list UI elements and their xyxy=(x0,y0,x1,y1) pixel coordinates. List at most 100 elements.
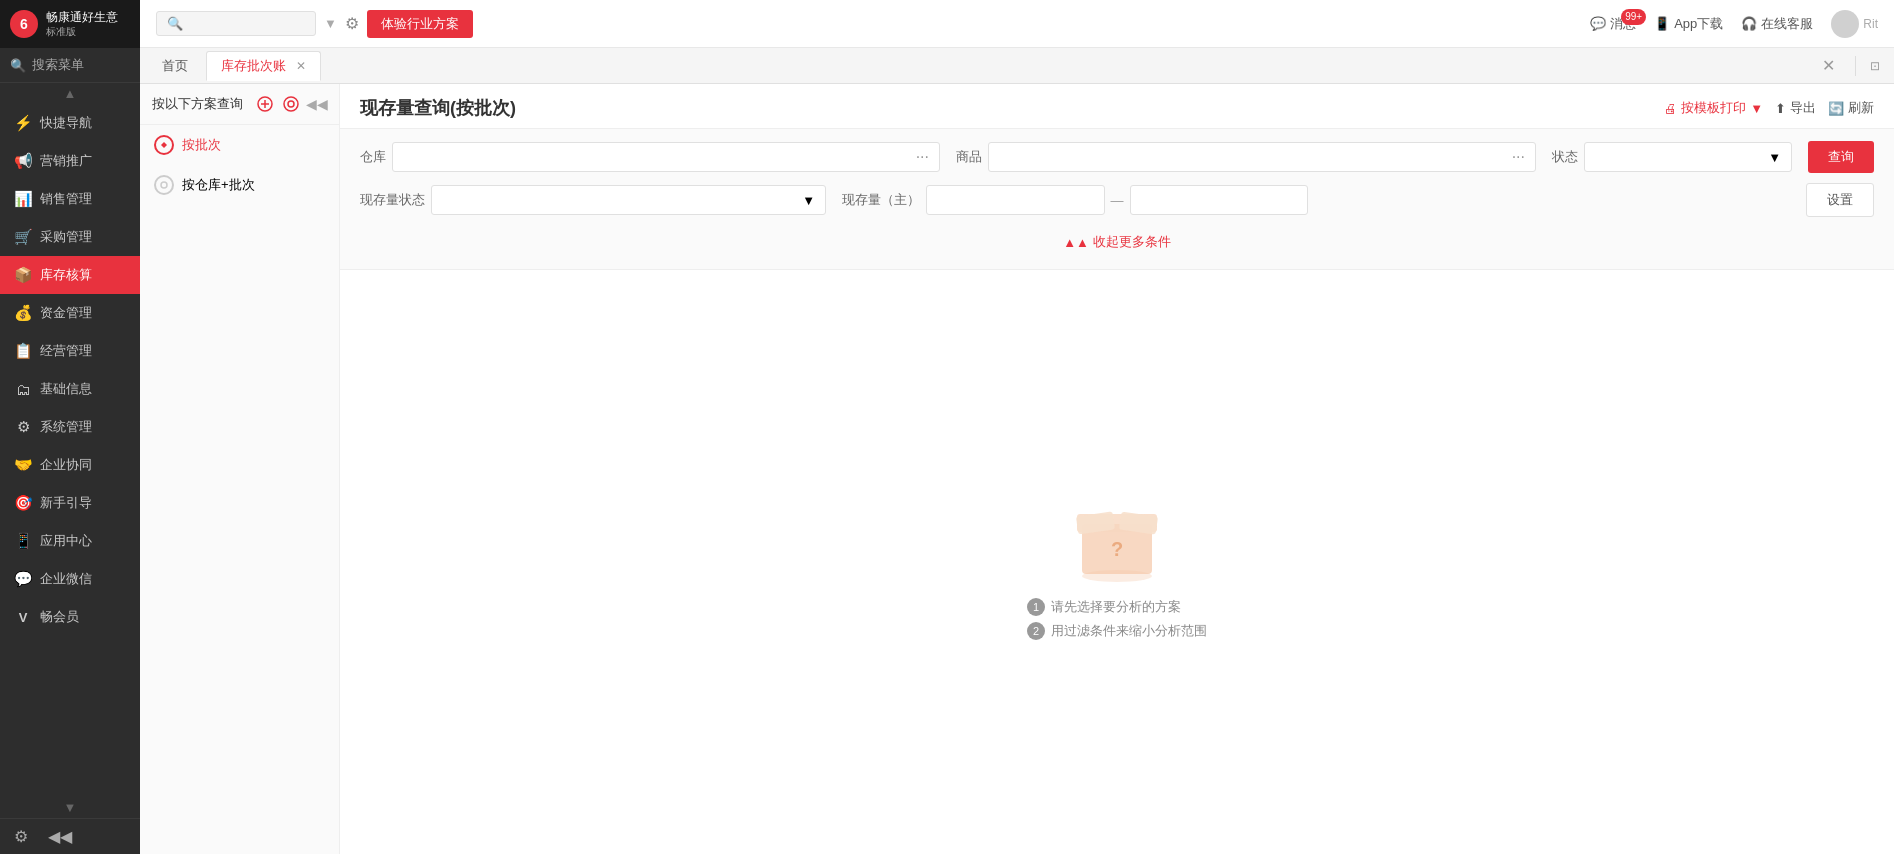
empty-state: ? 1 请先选择要分析的方案 2 用过滤条件来缩小分析范围 xyxy=(340,270,1894,854)
company-info: 畅康通好生意 标准版 xyxy=(46,9,118,40)
sidebar-item-wechat[interactable]: 💬 企业微信 xyxy=(0,560,140,598)
sidebar-item-quick-nav[interactable]: ⚡ 快捷导航 xyxy=(0,104,140,142)
app-edition: 标准版 xyxy=(46,25,118,39)
refresh-icon: 🔄 xyxy=(1828,101,1844,116)
tab-close-icon[interactable]: ✕ xyxy=(296,59,306,73)
refresh-btn[interactable]: 🔄 刷新 xyxy=(1828,99,1874,117)
scheme-header-actions: ◀◀ xyxy=(255,94,327,114)
wechat-icon: 💬 xyxy=(14,570,32,588)
sidebar-item-inventory[interactable]: 📦 库存核算 xyxy=(0,256,140,294)
topbar-gear-icon[interactable]: ⚙ xyxy=(345,14,359,33)
sidebar-item-enterprise[interactable]: 🤝 企业协同 xyxy=(0,446,140,484)
settings-btn[interactable]: 设置 xyxy=(1806,183,1874,217)
scroll-down-arrow[interactable]: ▼ xyxy=(0,797,140,818)
status-select[interactable]: ▼ xyxy=(1584,142,1792,172)
product-input[interactable]: ··· xyxy=(988,142,1536,172)
sidebar-item-sales[interactable]: 📊 销售管理 xyxy=(0,180,140,218)
vip-icon: V xyxy=(14,608,32,626)
sidebar-item-label: 畅会员 xyxy=(40,608,79,626)
tab-panel-close-btn[interactable]: ✕ xyxy=(1810,56,1847,75)
sales-icon: 📊 xyxy=(14,190,32,208)
empty-text: 1 请先选择要分析的方案 2 用过滤条件来缩小分析范围 xyxy=(1027,598,1207,640)
sidebar-search[interactable]: 🔍 搜索菜单 xyxy=(0,48,140,83)
sidebar-item-label: 企业微信 xyxy=(40,570,92,588)
user-avatar-btn[interactable]: Rit xyxy=(1831,10,1878,38)
sidebar-item-app-center[interactable]: 📱 应用中心 xyxy=(0,522,140,560)
collapse-label: 收起更多条件 xyxy=(1093,233,1171,251)
settings-scheme-icon[interactable] xyxy=(281,94,301,114)
collapse-filter-btn[interactable]: ▲▲ 收起更多条件 xyxy=(360,227,1874,257)
page-content: 按以下方案查询 ◀◀ 按批次 xyxy=(140,84,1894,854)
scheme-by-batch-label: 按批次 xyxy=(182,136,221,154)
sidebar-item-system[interactable]: ⚙ 系统管理 xyxy=(0,408,140,446)
empty-hint-2: 2 用过滤条件来缩小分析范围 xyxy=(1027,622,1207,640)
app-logo: 6 xyxy=(10,10,38,38)
hint-2-text: 用过滤条件来缩小分析范围 xyxy=(1051,622,1207,640)
hint-1-text: 请先选择要分析的方案 xyxy=(1051,598,1181,616)
empty-hint-1: 1 请先选择要分析的方案 xyxy=(1027,598,1207,616)
filter-area: 仓库 ··· 商品 ··· 状态 xyxy=(340,129,1894,270)
avatar xyxy=(1831,10,1859,38)
product-label: 商品 xyxy=(956,148,982,166)
tab-inventory-batch[interactable]: 库存批次账 ✕ xyxy=(206,51,321,81)
topbar-search[interactable]: 🔍 xyxy=(156,11,316,36)
stock-quantity-range: — xyxy=(926,185,1308,215)
sidebar-item-purchase[interactable]: 🛒 采购管理 xyxy=(0,218,140,256)
add-scheme-icon[interactable] xyxy=(255,94,275,114)
sidebar-item-label: 资金管理 xyxy=(40,304,92,322)
scheme-by-warehouse-batch-icon xyxy=(154,175,174,195)
settings-icon[interactable]: ⚙ xyxy=(14,827,28,846)
topbar-dropdown-icon[interactable]: ▼ xyxy=(324,16,337,31)
filter-main: 现存量查询(按批次) 🖨 按模板打印 ▼ ⬆ 导出 🔄 刷新 xyxy=(340,84,1894,854)
experience-btn[interactable]: 体验行业方案 xyxy=(367,10,473,38)
product-dots-icon: ··· xyxy=(1512,148,1525,166)
page-title: 现存量查询(按批次) xyxy=(360,96,516,120)
messages-btn[interactable]: 💬 消息 99+ xyxy=(1590,15,1636,33)
print-label: 按模板打印 xyxy=(1681,99,1746,117)
query-btn[interactable]: 查询 xyxy=(1808,141,1874,173)
messages-badge: 99+ xyxy=(1621,9,1646,25)
scroll-up-arrow[interactable]: ▲ xyxy=(0,83,140,104)
page-header: 现存量查询(按批次) 🖨 按模板打印 ▼ ⬆ 导出 🔄 刷新 xyxy=(340,84,1894,129)
sidebar-item-label: 经营管理 xyxy=(40,342,92,360)
range-dash: — xyxy=(1105,193,1130,208)
topbar-left: 🔍 ▼ ⚙ 体验行业方案 xyxy=(156,10,1580,38)
scheme-by-warehouse-batch-label: 按仓库+批次 xyxy=(182,176,255,194)
sidebar-item-basics[interactable]: 🗂 基础信息 xyxy=(0,370,140,408)
sidebar-item-label: 系统管理 xyxy=(40,418,92,436)
sidebar-item-newbie[interactable]: 🎯 新手引导 xyxy=(0,484,140,522)
sidebar-item-finance[interactable]: 💰 资金管理 xyxy=(0,294,140,332)
scheme-item-by-warehouse-batch[interactable]: 按仓库+批次 xyxy=(140,165,339,205)
export-btn[interactable]: ⬆ 导出 xyxy=(1775,99,1816,117)
export-label: 导出 xyxy=(1790,99,1816,117)
hint-2-num: 2 xyxy=(1027,622,1045,640)
panel-resize-btn[interactable]: ⊡ xyxy=(1864,59,1886,73)
scheme-item-by-batch[interactable]: 按批次 xyxy=(140,125,339,165)
app-download-btn[interactable]: 📱 App下载 xyxy=(1654,15,1723,33)
tab-home[interactable]: 首页 xyxy=(148,51,202,81)
topbar-search-icon: 🔍 xyxy=(167,16,183,31)
online-service-btn[interactable]: 🎧 在线客服 xyxy=(1741,15,1813,33)
status-dropdown-icon: ▼ xyxy=(1768,150,1781,165)
print-btn[interactable]: 🖨 按模板打印 ▼ xyxy=(1664,99,1763,117)
warehouse-input[interactable]: ··· xyxy=(392,142,940,172)
enterprise-icon: 🤝 xyxy=(14,456,32,474)
collapse-scheme-icon[interactable]: ◀◀ xyxy=(307,94,327,114)
tab-inventory-batch-label: 库存批次账 xyxy=(221,57,286,75)
stock-qty-max[interactable] xyxy=(1130,185,1309,215)
sidebar-item-vip[interactable]: V 畅会员 xyxy=(0,598,140,636)
stock-qty-min[interactable] xyxy=(926,185,1105,215)
scheme-by-batch-icon xyxy=(154,135,174,155)
warehouse-label: 仓库 xyxy=(360,148,386,166)
collapse-sidebar-icon[interactable]: ◀◀ xyxy=(48,827,72,846)
filter-stock-quantity: 现存量（主） — xyxy=(842,185,1308,215)
filter-status: 状态 ▼ xyxy=(1552,142,1792,172)
sidebar-item-operations[interactable]: 📋 经营管理 xyxy=(0,332,140,370)
sidebar: 6 畅康通好生意 标准版 🔍 搜索菜单 ▲ ⚡ 快捷导航 📢 营销推广 📊 销售… xyxy=(0,0,140,854)
tabbar: 首页 库存批次账 ✕ ✕ ⊡ xyxy=(140,48,1894,84)
quick-nav-icon: ⚡ xyxy=(14,114,32,132)
stock-status-select[interactable]: ▼ xyxy=(431,185,826,215)
basics-icon: 🗂 xyxy=(14,380,32,398)
search-label: 搜索菜单 xyxy=(32,56,84,74)
sidebar-item-marketing[interactable]: 📢 营销推广 xyxy=(0,142,140,180)
